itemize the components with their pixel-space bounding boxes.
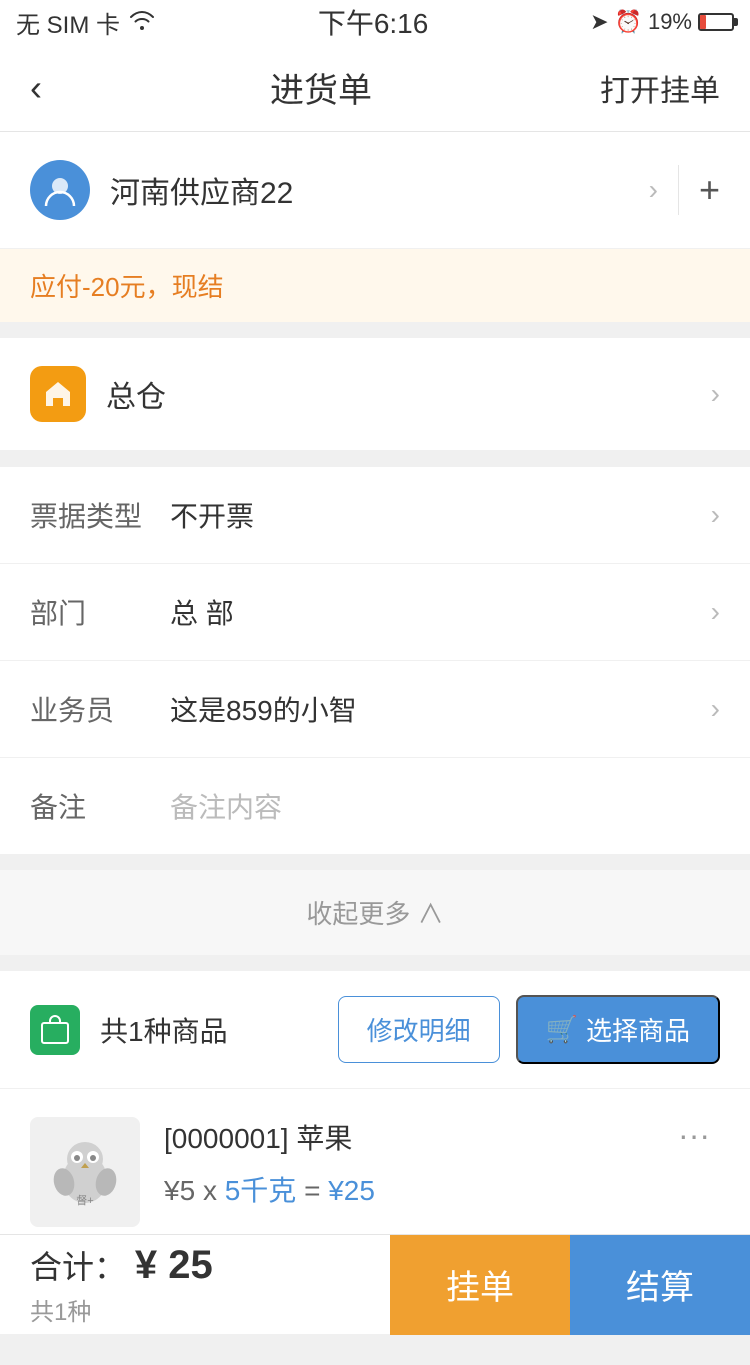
edit-detail-button[interactable]: 修改明细 <box>338 996 500 1063</box>
warehouse-row[interactable]: 总仓 › <box>0 338 750 450</box>
staff-row[interactable]: 业务员 这是859的小智 › <box>0 660 750 757</box>
checkout-button[interactable]: 结算 <box>570 1235 750 1335</box>
products-section: 共1种商品 修改明细 🛒 选择商品 <box>0 971 750 1255</box>
battery-percent: 19% <box>648 9 692 35</box>
ticket-type-row[interactable]: 票据类型 不开票 › <box>0 466 750 563</box>
dept-chevron-icon: › <box>711 596 720 628</box>
dept-row[interactable]: 部门 总 部 › <box>0 563 750 660</box>
products-icon <box>30 1005 80 1055</box>
ticket-type-value: 不开票 <box>150 495 701 535</box>
warehouse-name: 总仓 <box>106 372 701 416</box>
status-left: 无 SIM 卡 <box>16 5 156 40</box>
select-product-button[interactable]: 🛒 选择商品 <box>516 995 720 1064</box>
staff-chevron-icon: › <box>711 693 720 725</box>
total-section: 合计： ¥ 25 共1种 <box>0 1242 390 1327</box>
ticket-type-label: 票据类型 <box>30 495 150 535</box>
supplier-avatar <box>30 160 90 220</box>
warehouse-icon <box>30 366 86 422</box>
collapse-row[interactable]: 收起更多 ∧ <box>0 870 750 955</box>
status-right: ➤ ⏰ 19% <box>590 9 734 35</box>
supplier-row: 河南供应商22 › + <box>0 132 750 249</box>
product-price: ¥5 x 5千克 = ¥25 <box>164 1169 668 1209</box>
total-amount: 合计： ¥ 25 <box>30 1242 360 1288</box>
staff-value: 这是859的小智 <box>150 689 701 729</box>
open-hang-button[interactable]: 打开挂单 <box>600 66 720 110</box>
payment-info: 应付-20元，现结 <box>0 249 750 322</box>
total-label: 合计： <box>30 1249 126 1285</box>
supplier-section: 河南供应商22 › + 应付-20元，现结 <box>0 132 750 322</box>
wifi-icon <box>128 8 156 37</box>
carrier-text: 无 SIM 卡 <box>16 5 120 40</box>
add-supplier-button[interactable]: + <box>699 169 720 211</box>
status-time: 下午6:16 <box>318 2 429 42</box>
remark-label: 备注 <box>30 786 150 826</box>
product-thumbnail: 督+ <box>30 1117 140 1227</box>
hang-order-button[interactable]: 挂单 <box>390 1235 570 1335</box>
alarm-icon: ⏰ <box>615 9 642 35</box>
status-bar: 无 SIM 卡 下午6:16 ➤ ⏰ 19% <box>0 0 750 44</box>
bottom-bar: 合计： ¥ 25 共1种 挂单 结算 <box>0 1234 750 1334</box>
staff-label: 业务员 <box>30 689 150 729</box>
ticket-chevron-icon: › <box>711 499 720 531</box>
dept-value: 总 部 <box>150 592 701 632</box>
products-count: 共1种商品 <box>100 1010 338 1050</box>
supplier-chevron-icon: › <box>649 174 658 206</box>
vertical-divider <box>678 165 679 215</box>
form-section: 票据类型 不开票 › 部门 总 部 › 业务员 这是859的小智 › 备注 备注… <box>0 466 750 854</box>
main-content: 河南供应商22 › + 应付-20元，现结 总仓 › 票据类型 不开票 › <box>0 132 750 1365</box>
product-name: [0000001] 苹果 <box>164 1117 668 1157</box>
page-title: 进货单 <box>270 63 372 112</box>
product-info: [0000001] 苹果 ¥5 x 5千克 = ¥25 <box>164 1117 668 1209</box>
product-item: 督+ [0000001] 苹果 ¥5 x 5千克 = ¥25 ··· <box>0 1089 750 1255</box>
battery-icon <box>698 13 734 31</box>
cart-icon: 🛒 <box>546 1014 578 1045</box>
back-button[interactable]: ‹ <box>30 67 42 109</box>
dept-label: 部门 <box>30 592 150 632</box>
nav-bar: ‹ 进货单 打开挂单 <box>0 44 750 132</box>
remark-row[interactable]: 备注 备注内容 <box>0 757 750 854</box>
svg-text:督+: 督+ <box>76 1193 93 1207</box>
product-menu-button[interactable]: ··· <box>668 1117 720 1154</box>
supplier-name: 河南供应商22 <box>110 168 639 212</box>
total-count: 共1种 <box>30 1292 360 1327</box>
total-amount-value: ¥ 25 <box>135 1243 213 1287</box>
remark-input[interactable]: 备注内容 <box>150 786 720 826</box>
location-icon: ➤ <box>590 9 608 35</box>
warehouse-section: 总仓 › <box>0 338 750 450</box>
warehouse-chevron-icon: › <box>711 378 720 410</box>
products-header: 共1种商品 修改明细 🛒 选择商品 <box>0 971 750 1089</box>
